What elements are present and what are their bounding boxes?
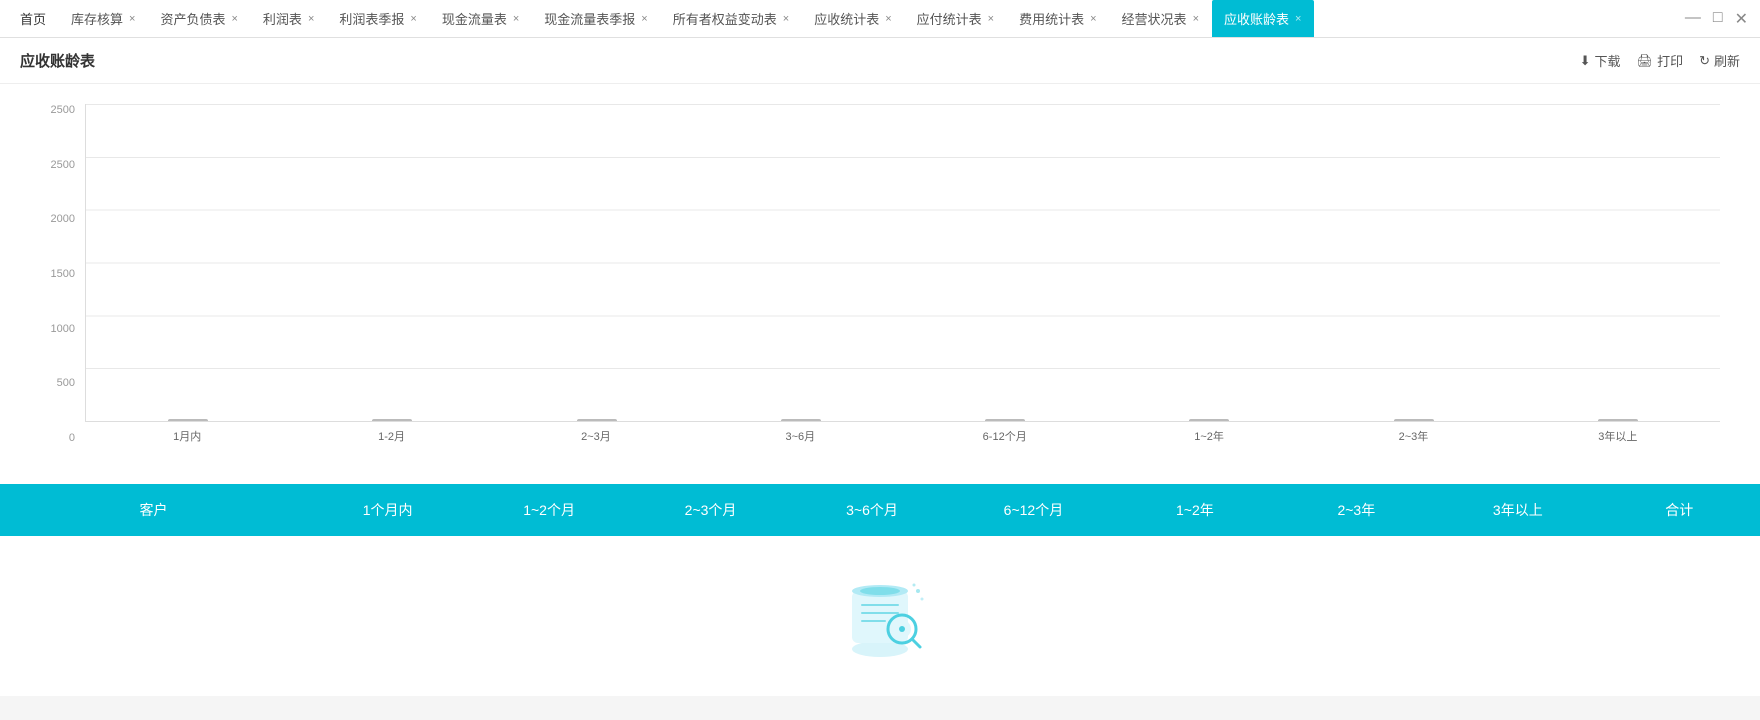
x-label: 1-2月 <box>289 428 493 444</box>
y-label: 0 <box>40 432 75 444</box>
table-header-cell: 1个月内 <box>307 500 468 520</box>
tab-close-profit[interactable]: × <box>308 13 314 25</box>
table-header-cell: 3年以上 <box>1437 500 1598 520</box>
bar-chart: 0 500 1000 1500 2000 2500 2500 1月内1-2月2~3月3~6月… <box>40 104 1720 444</box>
table-header-cell: 合计 <box>1599 500 1760 520</box>
tab-balance[interactable]: 资产负债表× <box>148 0 250 38</box>
refresh-icon: ↻ <box>1699 53 1710 69</box>
window-actions: — □ ✕ <box>1681 9 1752 29</box>
tab-cashflow-quarterly[interactable]: 现金流量表季报× <box>532 0 660 38</box>
page-title: 应收账龄表 <box>20 50 95 71</box>
table-header-cell: 客户 <box>0 500 307 520</box>
print-button[interactable]: 🖨 打印 <box>1637 51 1684 70</box>
print-icon: 🖨 <box>1637 53 1654 69</box>
tab-operations[interactable]: 经营状况表× <box>1110 0 1212 38</box>
table-header-cell: 2~3个月 <box>630 500 791 520</box>
bar <box>372 419 412 421</box>
x-label: 6-12个月 <box>903 428 1107 444</box>
bar <box>577 419 617 421</box>
bar <box>1394 419 1434 421</box>
table-header-cell: 3~6个月 <box>791 500 952 520</box>
bar-group <box>903 419 1107 421</box>
tab-close-ap-stat[interactable]: × <box>988 13 994 25</box>
tab-equity[interactable]: 所有者权益变动表× <box>661 0 802 38</box>
y-axis: 0 500 1000 1500 2000 2500 2500 <box>40 104 85 444</box>
tab-cashflow[interactable]: 现金流量表× <box>430 0 532 38</box>
bars-area <box>85 104 1720 422</box>
tab-close-expense-stat[interactable]: × <box>1090 13 1096 25</box>
bar-group <box>86 419 290 421</box>
tab-close-profit-quarterly[interactable]: × <box>410 13 416 25</box>
tab-expense-stat[interactable]: 费用统计表× <box>1007 0 1109 38</box>
bar-group <box>1516 419 1720 421</box>
tab-home[interactable]: 首页 <box>8 0 59 38</box>
x-label: 2~3月 <box>494 428 698 444</box>
tab-ap-stat[interactable]: 应付统计表× <box>905 0 1007 38</box>
chart-area: 0 500 1000 1500 2000 2500 2500 1月内1-2月2~3月3~6月… <box>0 84 1760 484</box>
tab-close-operations[interactable]: × <box>1193 13 1199 25</box>
y-label: 2500 <box>40 159 75 171</box>
tab-close-cashflow-quarterly[interactable]: × <box>641 13 647 25</box>
tab-ar-stat[interactable]: 应收统计表× <box>802 0 904 38</box>
bar-group <box>1107 419 1311 421</box>
x-labels: 1月内1-2月2~3月3~6月6-12个月1~2年2~3年3年以上 <box>85 428 1720 444</box>
table-header-cell: 6~12个月 <box>953 500 1114 520</box>
bar-group <box>290 419 494 421</box>
tab-close-balance[interactable]: × <box>231 13 237 25</box>
bar <box>1598 419 1638 421</box>
download-icon: ⬇ <box>1580 53 1591 69</box>
x-label: 1月内 <box>85 428 289 444</box>
y-label: 1000 <box>40 323 75 335</box>
y-label: 2000 <box>40 213 75 225</box>
bar <box>168 419 208 421</box>
x-label: 1~2年 <box>1107 428 1311 444</box>
tab-profit[interactable]: 利润表× <box>251 0 327 38</box>
empty-state <box>830 571 930 661</box>
header-actions: ⬇ 下载 🖨 打印 ↻ 刷新 <box>1580 51 1740 70</box>
main-content: 0 500 1000 1500 2000 2500 2500 1月内1-2月2~3月3~6月… <box>0 84 1760 696</box>
close-button[interactable]: ✕ <box>1731 9 1752 29</box>
tab-profit-quarterly[interactable]: 利润表季报× <box>327 0 429 38</box>
table-header-cell: 1~2个月 <box>468 500 629 520</box>
table-header-cell: 2~3年 <box>1276 500 1437 520</box>
refresh-button[interactable]: ↻ 刷新 <box>1699 51 1740 70</box>
bar-group <box>699 419 903 421</box>
table-header-cell: 1~2年 <box>1114 500 1275 520</box>
tab-close-inventory[interactable]: × <box>129 13 135 25</box>
tab-bar: 首页 库存核算×资产负债表×利润表×利润表季报×现金流量表×现金流量表季报×所有… <box>0 0 1760 38</box>
page-header: 应收账龄表 ⬇ 下载 🖨 打印 ↻ 刷新 <box>0 38 1760 84</box>
tab-inventory[interactable]: 库存核算× <box>59 0 148 38</box>
x-label: 3~6月 <box>698 428 902 444</box>
bar <box>781 419 821 421</box>
minimize-button[interactable]: — <box>1681 9 1705 29</box>
tab-close-ar-aging[interactable]: × <box>1295 13 1301 25</box>
table-header: 客户1个月内1~2个月2~3个月3~6个月6~12个月1~2年2~3年3年以上合… <box>0 484 1760 536</box>
y-label: 1500 <box>40 268 75 280</box>
chart-body: 1月内1-2月2~3月3~6月6-12个月1~2年2~3年3年以上 <box>85 104 1720 444</box>
download-button[interactable]: ⬇ 下载 <box>1580 51 1621 70</box>
x-label: 3年以上 <box>1516 428 1720 444</box>
tab-close-ar-stat[interactable]: × <box>885 13 891 25</box>
tab-close-equity[interactable]: × <box>783 13 789 25</box>
bar-group <box>1312 419 1516 421</box>
tab-ar-aging[interactable]: 应收账龄表× <box>1212 0 1314 38</box>
tab-close-cashflow[interactable]: × <box>513 13 519 25</box>
bar <box>985 419 1025 421</box>
y-label: 500 <box>40 377 75 389</box>
y-label: 2500 <box>40 104 75 116</box>
bar-group <box>495 419 699 421</box>
x-label: 2~3年 <box>1311 428 1515 444</box>
bar <box>1189 419 1229 421</box>
maximize-button[interactable]: □ <box>1709 9 1727 29</box>
empty-illustration <box>830 571 930 661</box>
table-body <box>0 536 1760 696</box>
